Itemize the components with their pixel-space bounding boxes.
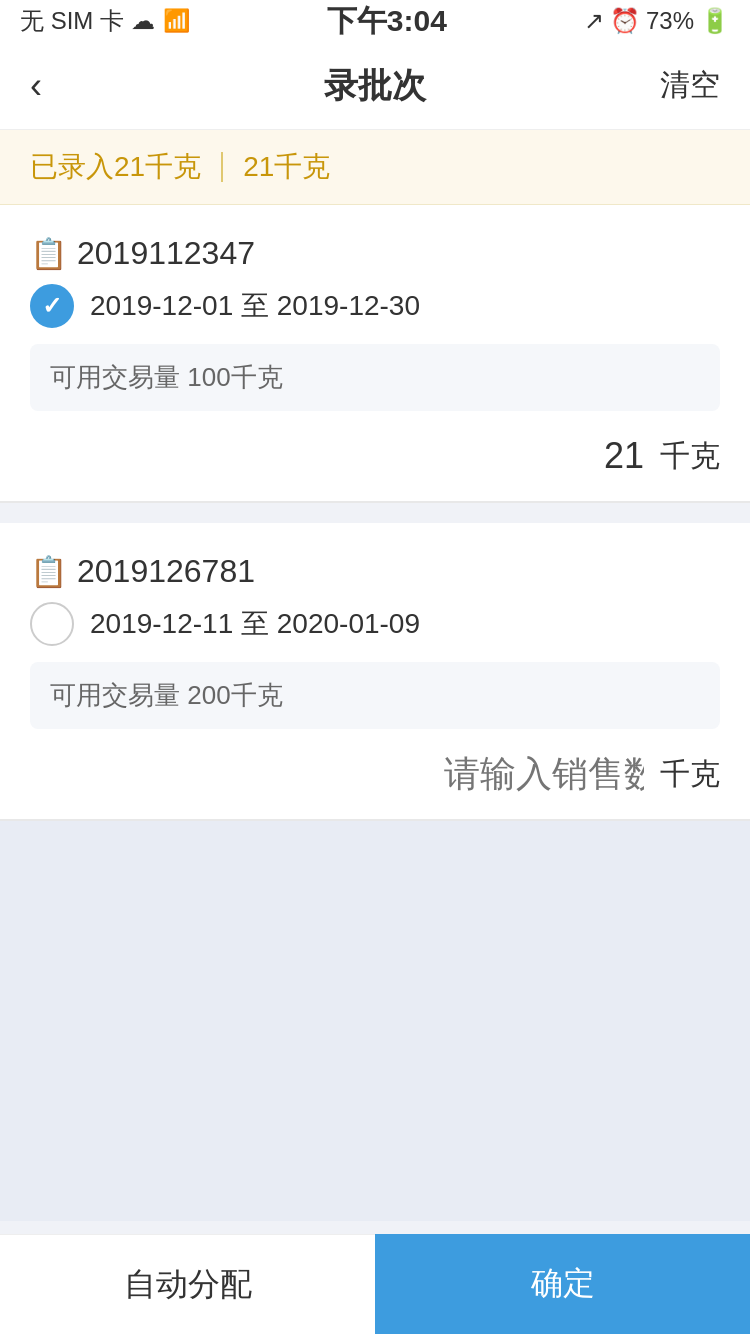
- batch-2-quantity-input[interactable]: [444, 753, 644, 795]
- batch-1-available: 可用交易量 100千克: [30, 344, 720, 411]
- batch-card-2: 📋 2019126781 2019-12-11 至 2020-01-09 可用交…: [0, 523, 750, 729]
- batch-1-header: 📋 2019112347: [30, 235, 720, 272]
- batch-2-radio[interactable]: [30, 602, 74, 646]
- batch-2-date: 2019-12-11 至 2020-01-09: [90, 605, 420, 643]
- empty-area: [0, 821, 750, 1221]
- batch-2-date-row[interactable]: 2019-12-11 至 2020-01-09: [30, 602, 720, 646]
- location-icon: ↗: [584, 7, 604, 35]
- alarm-icon: ⏰: [610, 7, 640, 35]
- batch-card-1: 📋 2019112347 2019-12-01 至 2019-12-30 可用交…: [0, 205, 750, 411]
- status-time: 下午3:04: [327, 1, 447, 42]
- nav-bar: ‹ 录批次 清空: [0, 42, 750, 130]
- back-button[interactable]: ‹: [30, 65, 90, 107]
- batch-1-quantity-row[interactable]: 千克: [0, 411, 750, 503]
- status-left: 无 SIM 卡 ☁ 📶: [20, 5, 190, 37]
- batch-2-id: 2019126781: [77, 553, 255, 590]
- batch-2-unit: 千克: [660, 754, 720, 795]
- batch-2-available: 可用交易量 200千克: [30, 662, 720, 729]
- summary-bar: 已录入21千克 21千克: [0, 130, 750, 205]
- status-right: ↗ ⏰ 73% 🔋: [584, 7, 730, 35]
- confirm-button[interactable]: 确定: [375, 1234, 750, 1334]
- batch-1-date-row[interactable]: 2019-12-01 至 2019-12-30: [30, 284, 720, 328]
- battery-icon: 🔋: [700, 7, 730, 35]
- summary-amount: 21千克: [243, 148, 330, 186]
- batch-1-icon: 📋: [30, 236, 67, 271]
- batch-2-quantity-row[interactable]: 千克: [0, 729, 750, 821]
- battery-text: 73%: [646, 7, 694, 35]
- batch-2-icon: 📋: [30, 554, 67, 589]
- status-bar: 无 SIM 卡 ☁ 📶 下午3:04 ↗ ⏰ 73% 🔋: [0, 0, 750, 42]
- clear-button[interactable]: 清空: [660, 65, 720, 106]
- wifi-icon: 📶: [163, 8, 190, 34]
- card-separator: [0, 503, 750, 523]
- batch-1-id: 2019112347: [77, 235, 255, 272]
- batch-1-unit: 千克: [660, 436, 720, 477]
- bottom-bar: 自动分配 确定: [0, 1234, 750, 1334]
- batch-1-date: 2019-12-01 至 2019-12-30: [90, 287, 420, 325]
- batch-2-header: 📋 2019126781: [30, 553, 720, 590]
- batch-1-quantity-input[interactable]: [444, 435, 644, 477]
- page-title: 录批次: [324, 63, 426, 109]
- summary-label: 已录入21千克: [30, 148, 201, 186]
- batch-1-radio[interactable]: [30, 284, 74, 328]
- summary-divider: [221, 152, 223, 182]
- no-sim-text: 无 SIM 卡 ☁: [20, 5, 155, 37]
- auto-distribute-button[interactable]: 自动分配: [0, 1234, 375, 1334]
